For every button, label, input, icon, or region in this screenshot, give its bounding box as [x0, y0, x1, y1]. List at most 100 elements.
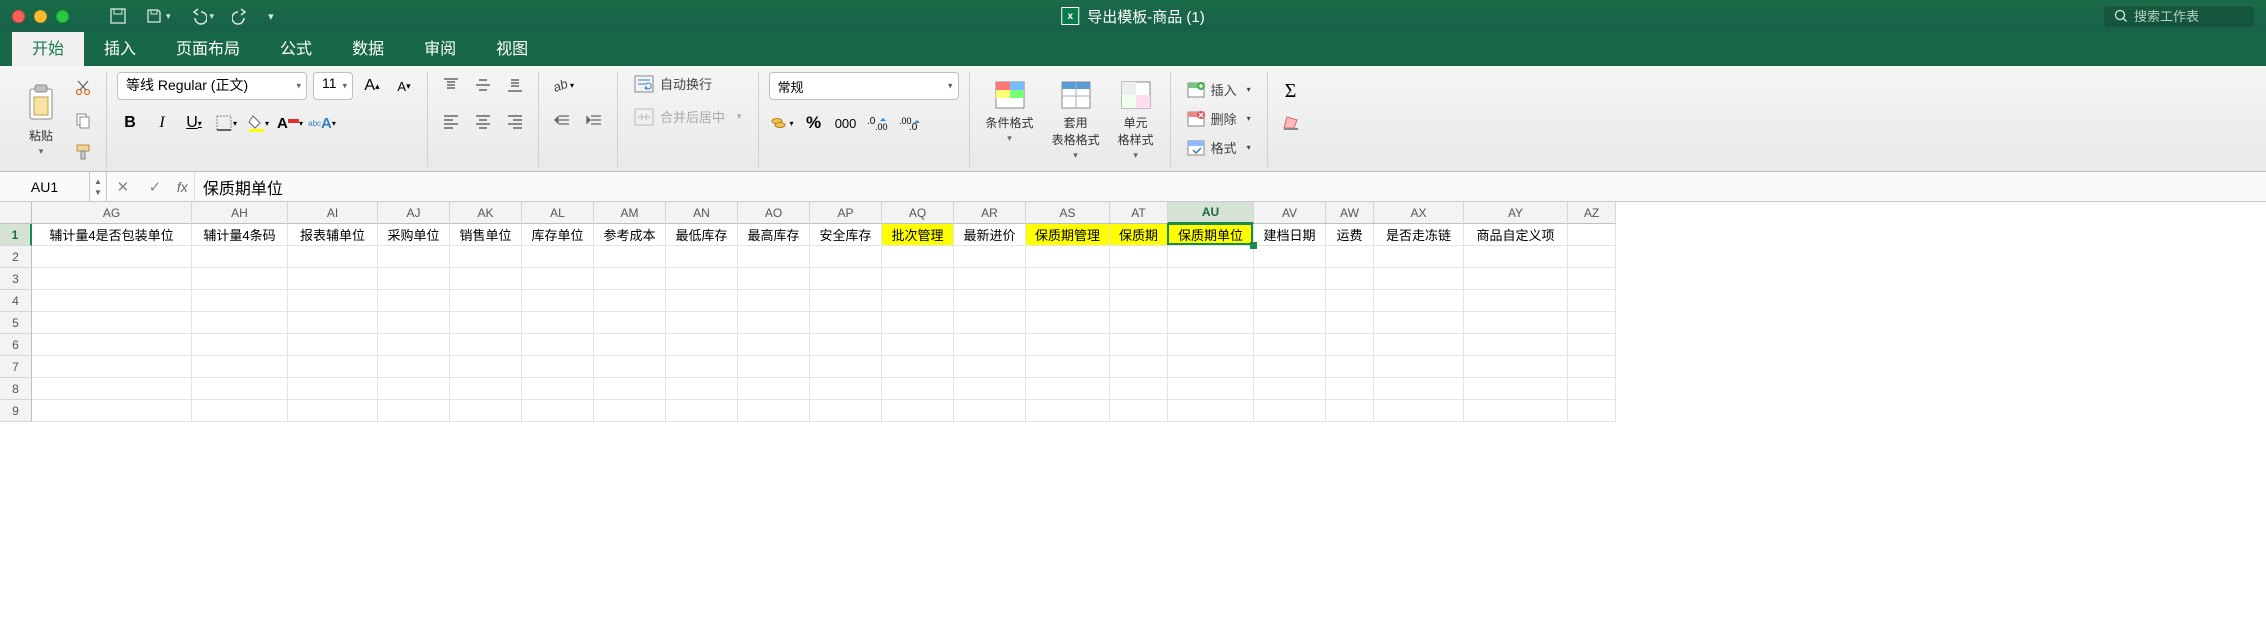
- cells-area[interactable]: 辅计量4是否包装单位辅计量4条码报表辅单位采购单位销售单位库存单位参考成本最低库…: [32, 224, 1616, 422]
- border-button[interactable]: ▾: [213, 110, 239, 136]
- cell-AI8[interactable]: [288, 378, 378, 400]
- cell-AX2[interactable]: [1374, 246, 1464, 268]
- cell-AO7[interactable]: [738, 356, 810, 378]
- col-header-AP[interactable]: AP: [810, 202, 882, 224]
- cell-AR6[interactable]: [954, 334, 1026, 356]
- col-header-AR[interactable]: AR: [954, 202, 1026, 224]
- cell-AM7[interactable]: [594, 356, 666, 378]
- cell-AO2[interactable]: [738, 246, 810, 268]
- cell-AQ6[interactable]: [882, 334, 954, 356]
- fx-label[interactable]: fx: [171, 179, 194, 195]
- cell-AP3[interactable]: [810, 268, 882, 290]
- cell-AY6[interactable]: [1464, 334, 1568, 356]
- cell-AV2[interactable]: [1254, 246, 1326, 268]
- cell-AM3[interactable]: [594, 268, 666, 290]
- align-middle-icon[interactable]: [470, 72, 496, 98]
- enter-formula-icon[interactable]: ✓: [139, 178, 171, 196]
- save-icon[interactable]: ▾: [145, 7, 171, 25]
- ribbon-tab-数据[interactable]: 数据: [332, 27, 404, 66]
- font-size-select[interactable]: 11▾: [313, 72, 353, 100]
- cell-AN2[interactable]: [666, 246, 738, 268]
- cell-AH9[interactable]: [192, 400, 288, 422]
- cell-AK6[interactable]: [450, 334, 522, 356]
- cell-AV9[interactable]: [1254, 400, 1326, 422]
- col-header-AH[interactable]: AH: [192, 202, 288, 224]
- cell-AZ7[interactable]: [1568, 356, 1616, 378]
- cell-AL5[interactable]: [522, 312, 594, 334]
- cell-AI3[interactable]: [288, 268, 378, 290]
- cell-AN5[interactable]: [666, 312, 738, 334]
- cell-AZ1[interactable]: [1568, 224, 1616, 246]
- cell-AP7[interactable]: [810, 356, 882, 378]
- cell-AI2[interactable]: [288, 246, 378, 268]
- cell-AO3[interactable]: [738, 268, 810, 290]
- cell-AY4[interactable]: [1464, 290, 1568, 312]
- cell-AG5[interactable]: [32, 312, 192, 334]
- formula-input[interactable]: [194, 172, 2266, 201]
- cell-AO9[interactable]: [738, 400, 810, 422]
- cell-AX8[interactable]: [1374, 378, 1464, 400]
- cell-AM4[interactable]: [594, 290, 666, 312]
- cell-AJ6[interactable]: [378, 334, 450, 356]
- font-name-select[interactable]: 等线 Regular (正文)▾: [117, 72, 307, 100]
- cell-AW5[interactable]: [1326, 312, 1374, 334]
- cell-AY1[interactable]: 商品自定义项: [1464, 224, 1568, 246]
- cell-AN8[interactable]: [666, 378, 738, 400]
- cell-AJ2[interactable]: [378, 246, 450, 268]
- underline-button[interactable]: U▾: [181, 110, 207, 136]
- cell-AZ9[interactable]: [1568, 400, 1616, 422]
- cell-AV8[interactable]: [1254, 378, 1326, 400]
- clear-icon[interactable]: [1278, 110, 1304, 136]
- cell-AZ5[interactable]: [1568, 312, 1616, 334]
- cell-AJ3[interactable]: [378, 268, 450, 290]
- cell-AG4[interactable]: [32, 290, 192, 312]
- cell-AQ2[interactable]: [882, 246, 954, 268]
- cell-AT9[interactable]: [1110, 400, 1168, 422]
- redo-icon[interactable]: [232, 7, 250, 25]
- cell-AL2[interactable]: [522, 246, 594, 268]
- cell-AO6[interactable]: [738, 334, 810, 356]
- cell-AK7[interactable]: [450, 356, 522, 378]
- cell-AU9[interactable]: [1168, 400, 1254, 422]
- cell-AL3[interactable]: [522, 268, 594, 290]
- cell-AI5[interactable]: [288, 312, 378, 334]
- bold-button[interactable]: B: [117, 110, 143, 136]
- cell-AZ4[interactable]: [1568, 290, 1616, 312]
- cell-AQ9[interactable]: [882, 400, 954, 422]
- wrap-text-button[interactable]: 自动换行: [628, 72, 748, 95]
- cell-AQ5[interactable]: [882, 312, 954, 334]
- col-header-AW[interactable]: AW: [1326, 202, 1374, 224]
- cell-AU7[interactable]: [1168, 356, 1254, 378]
- cell-AM5[interactable]: [594, 312, 666, 334]
- italic-button[interactable]: I: [149, 110, 175, 136]
- cell-AS2[interactable]: [1026, 246, 1110, 268]
- autosum-icon[interactable]: Σ: [1278, 78, 1304, 104]
- cell-AW6[interactable]: [1326, 334, 1374, 356]
- cell-AW1[interactable]: 运费: [1326, 224, 1374, 246]
- col-header-AM[interactable]: AM: [594, 202, 666, 224]
- cell-AV6[interactable]: [1254, 334, 1326, 356]
- cell-AW2[interactable]: [1326, 246, 1374, 268]
- cell-AG2[interactable]: [32, 246, 192, 268]
- copy-icon[interactable]: [70, 107, 96, 133]
- cell-AX3[interactable]: [1374, 268, 1464, 290]
- ribbon-tab-公式[interactable]: 公式: [260, 27, 332, 66]
- cell-AX1[interactable]: 是否走冻链: [1374, 224, 1464, 246]
- row-headers[interactable]: 123456789: [0, 224, 32, 422]
- cell-AN9[interactable]: [666, 400, 738, 422]
- col-header-AQ[interactable]: AQ: [882, 202, 954, 224]
- search-input[interactable]: [2134, 9, 2244, 24]
- cell-AP9[interactable]: [810, 400, 882, 422]
- cell-AM1[interactable]: 参考成本: [594, 224, 666, 246]
- row-header-2[interactable]: 2: [0, 246, 32, 268]
- cell-AS9[interactable]: [1026, 400, 1110, 422]
- cell-AY2[interactable]: [1464, 246, 1568, 268]
- cell-AN3[interactable]: [666, 268, 738, 290]
- cell-AK5[interactable]: [450, 312, 522, 334]
- cell-AL4[interactable]: [522, 290, 594, 312]
- cell-AT6[interactable]: [1110, 334, 1168, 356]
- cell-AZ6[interactable]: [1568, 334, 1616, 356]
- cell-AK4[interactable]: [450, 290, 522, 312]
- cell-AR7[interactable]: [954, 356, 1026, 378]
- cell-AJ4[interactable]: [378, 290, 450, 312]
